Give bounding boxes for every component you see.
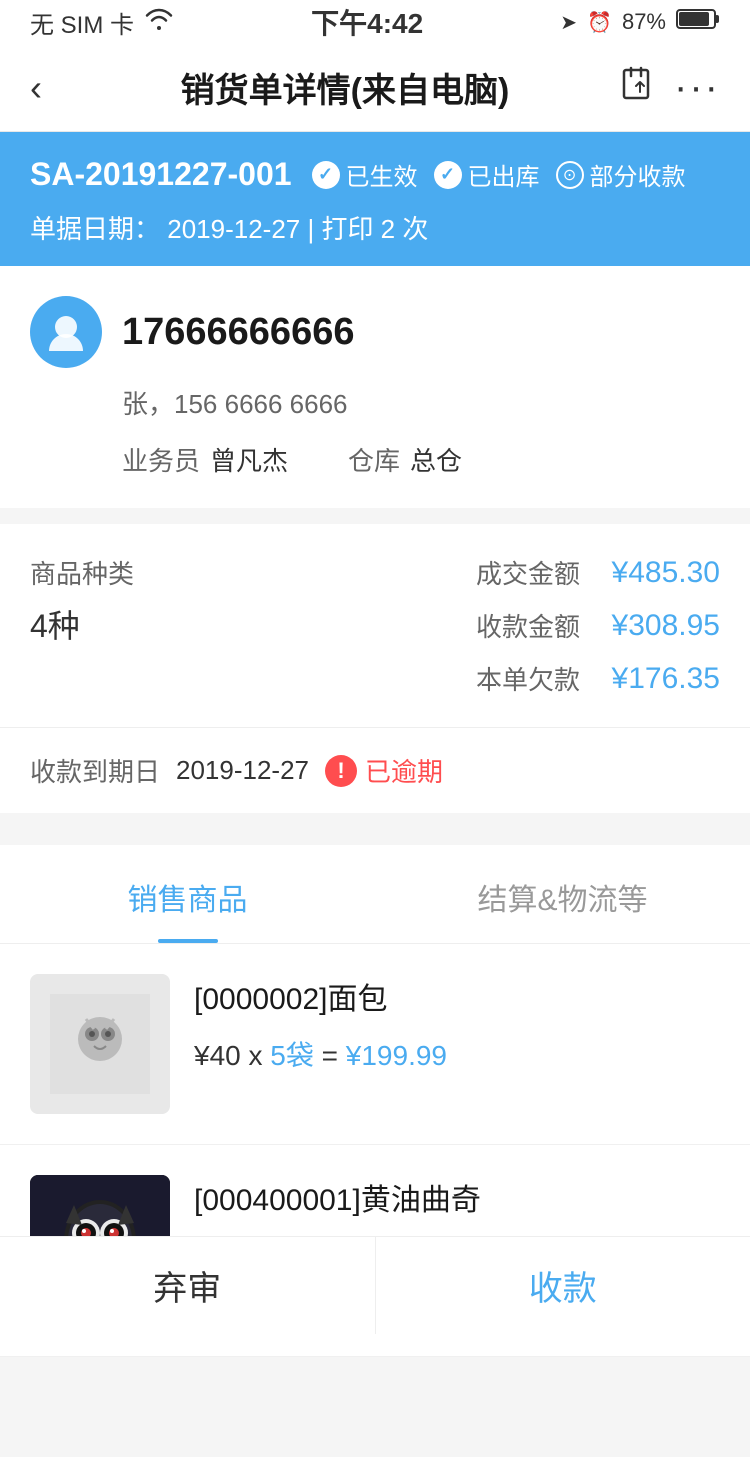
product-item-1: [0000002]面包 ¥40 x 5袋 = ¥199.99 — [0, 944, 750, 1145]
bottom-bar: 弃审 收款 — [0, 1236, 750, 1334]
product-type-label: 商品种类 — [30, 554, 134, 591]
product-unit-price-1: ¥40 — [194, 1040, 241, 1071]
salesperson-info: 业务员 曾凡杰 — [122, 441, 288, 478]
summary-right: 成交金额 ¥485.30 收款金额 ¥308.95 本单欠款 ¥176.35 — [476, 554, 720, 697]
transaction-label: 成交金额 — [476, 554, 580, 591]
battery-text: 87% — [622, 9, 666, 35]
share-button[interactable] — [618, 66, 654, 110]
summary-left: 商品种类 4种 — [30, 554, 134, 647]
collection-label: 收款金额 — [476, 607, 580, 644]
nav-bar: ‹ 销货单详情(来自电脑) ··· — [0, 44, 750, 132]
product-price-1: ¥40 x 5袋 = ¥199.99 — [194, 1034, 720, 1074]
order-date-label: 单据日期： — [30, 214, 160, 244]
collection-value: ¥308.95 — [600, 609, 720, 643]
debt-label: 本单欠款 — [476, 660, 580, 697]
tabs-section: 销售商品 结算&物流等 — [0, 845, 750, 944]
status-left: 无 SIM 卡 — [30, 5, 174, 40]
badge-effective: ✓ 已生效 — [312, 157, 418, 192]
page-title: 销货单详情(来自电脑) — [90, 63, 600, 112]
cancel-review-label: 弃审 — [153, 1261, 221, 1310]
divider-1 — [0, 508, 750, 524]
badge-shipped: ✓ 已出库 — [434, 157, 540, 192]
badge-partial-text: 部分收款 — [590, 157, 686, 192]
warehouse-info: 仓库 总仓 — [348, 441, 462, 478]
product-image-1 — [30, 974, 170, 1114]
due-section: 收款到期日 2019-12-27 ! 已逾期 — [0, 727, 750, 813]
check-icon-1: ✓ — [312, 161, 340, 189]
badge-shipped-text: 已出库 — [468, 157, 540, 192]
customer-contact: 张，156 6666 6666 — [122, 384, 720, 421]
order-date-value: 2019-12-27 — [167, 214, 300, 244]
alarm-icon: ⏰ — [587, 10, 612, 35]
product-qty-1: 5袋 — [270, 1040, 314, 1071]
due-label: 收款到期日 — [30, 752, 160, 789]
overdue-icon: ! — [325, 755, 357, 787]
status-right: ➤ ⏰ 87% — [560, 8, 720, 37]
back-button[interactable]: ‹ — [30, 67, 90, 109]
warehouse-label: 仓库 — [348, 441, 400, 478]
more-button[interactable]: ··· — [674, 65, 720, 110]
carrier-text: 无 SIM 卡 — [30, 5, 134, 40]
overdue-badge: ! 已逾期 — [325, 752, 443, 789]
battery-icon — [676, 8, 720, 37]
tab-sales-products[interactable]: 销售商品 — [0, 845, 375, 943]
customer-section: 17666666666 张，156 6666 6666 业务员 曾凡杰 仓库 总… — [0, 266, 750, 508]
status-time: 下午4:42 — [311, 2, 423, 42]
pay-label: 收款 — [529, 1261, 597, 1310]
cancel-review-button[interactable]: 弃审 — [0, 1237, 376, 1334]
order-number: SA-20191227-001 — [30, 156, 292, 193]
salesperson-value: 曾凡杰 — [210, 441, 288, 478]
divider-2 — [0, 813, 750, 829]
transaction-row: 成交金额 ¥485.30 — [476, 554, 720, 591]
location-icon: ➤ — [560, 10, 577, 35]
product-details-1: [0000002]面包 ¥40 x 5袋 = ¥199.99 — [194, 974, 720, 1074]
customer-meta: 业务员 曾凡杰 仓库 总仓 — [122, 441, 720, 478]
warehouse-value: 总仓 — [410, 441, 462, 478]
product-name-1: [0000002]面包 — [194, 974, 720, 1018]
debt-value: ¥176.35 — [600, 662, 720, 696]
tab-settlement[interactable]: 结算&物流等 — [375, 845, 750, 943]
product-placeholder-1 — [30, 974, 170, 1114]
customer-id: 17666666666 — [122, 311, 354, 354]
collection-row: 收款金额 ¥308.95 — [476, 607, 720, 644]
clock-icon: ⊙ — [556, 161, 584, 189]
check-icon-2: ✓ — [434, 161, 462, 189]
customer-avatar — [30, 296, 102, 368]
transaction-value: ¥485.30 — [600, 556, 720, 590]
product-name-2: [000400001]黄油曲奇 — [194, 1175, 720, 1219]
badge-effective-text: 已生效 — [346, 157, 418, 192]
badge-partial: ⊙ 部分收款 — [556, 157, 686, 192]
due-date: 2019-12-27 — [176, 755, 309, 786]
overdue-text: 已逾期 — [365, 752, 443, 789]
salesperson-label: 业务员 — [122, 441, 200, 478]
status-bar: 无 SIM 卡 下午4:42 ➤ ⏰ 87% — [0, 0, 750, 44]
wifi-icon — [144, 8, 174, 37]
product-total-1: ¥199.99 — [346, 1040, 447, 1071]
summary-section: 商品种类 4种 成交金额 ¥485.30 收款金额 ¥308.95 本单欠款 ¥… — [0, 524, 750, 727]
product-type-value: 4种 — [30, 601, 134, 647]
pay-button[interactable]: 收款 — [376, 1237, 750, 1334]
order-print-info: | 打印 2 次 — [307, 214, 428, 244]
debt-row: 本单欠款 ¥176.35 — [476, 660, 720, 697]
order-header: SA-20191227-001 ✓ 已生效 ✓ 已出库 ⊙ 部分收款 单据日期：… — [0, 132, 750, 266]
nav-actions: ··· — [600, 65, 720, 110]
order-date-line: 单据日期： 2019-12-27 | 打印 2 次 — [30, 209, 720, 246]
